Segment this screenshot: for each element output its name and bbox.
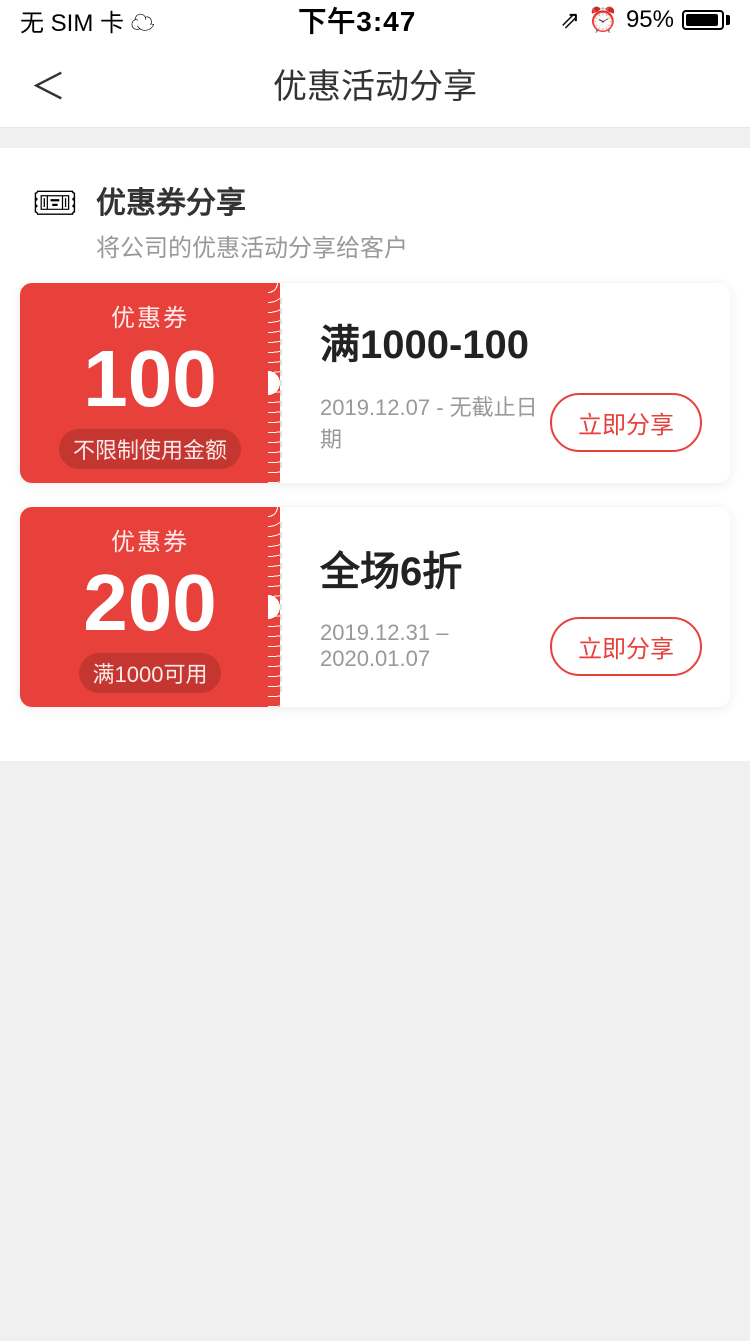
share-button-0[interactable]: 立即分享 bbox=[550, 393, 702, 452]
coupon-label-0: 优惠券 bbox=[111, 298, 189, 333]
status-right: ⇗ ⏰ 95% bbox=[560, 6, 730, 35]
status-left: 无 SIM 卡 ☁ bbox=[20, 3, 155, 38]
sim-label: 无 SIM 卡 ☁ bbox=[20, 3, 155, 38]
coupon-divider-1 bbox=[280, 522, 282, 692]
battery-icon bbox=[682, 10, 730, 30]
page-title: 优惠活动分享 bbox=[273, 59, 477, 108]
back-button[interactable]: ＜ bbox=[30, 58, 66, 110]
coupon-divider-0 bbox=[280, 298, 282, 468]
coupon-date-1: 2019.12.31 – 2020.01.07 bbox=[320, 620, 550, 672]
coupon-bottom-row-0: 2019.12.07 - 无截止日期 立即分享 bbox=[320, 390, 702, 454]
section-title: 优惠券分享 bbox=[96, 178, 408, 222]
coupon-name-1: 全场6折 bbox=[320, 539, 702, 597]
coupon-amount-1: 200 bbox=[83, 563, 216, 643]
coupon-card: 优惠券 100 不限制使用金额 满1000-100 2019.12.07 - 无… bbox=[20, 283, 730, 483]
coupon-name-0: 满1000-100 bbox=[320, 312, 702, 370]
coupon-list: 优惠券 100 不限制使用金额 满1000-100 2019.12.07 - 无… bbox=[0, 283, 750, 761]
nav-bar: ＜ 优惠活动分享 bbox=[0, 40, 750, 128]
share-button-1[interactable]: 立即分享 bbox=[550, 617, 702, 676]
coupon-right-1: 全场6折 2019.12.31 – 2020.01.07 立即分享 bbox=[280, 507, 730, 707]
coupon-left-1: 优惠券 200 满1000可用 bbox=[20, 507, 280, 707]
bottom-space bbox=[0, 761, 750, 1341]
alarm-icon: ⏰ bbox=[588, 6, 618, 35]
coupon-bottom-row-1: 2019.12.31 – 2020.01.07 立即分享 bbox=[320, 617, 702, 676]
battery-percent: 95% bbox=[626, 6, 674, 34]
status-time: 下午3:47 bbox=[298, 0, 416, 40]
coupon-date-0: 2019.12.07 - 无截止日期 bbox=[320, 390, 550, 454]
coupon-label-1: 优惠券 bbox=[111, 522, 189, 557]
coupon-condition-0: 不限制使用金额 bbox=[59, 429, 241, 469]
section-header: 🎟 优惠券分享 将公司的优惠活动分享给客户 bbox=[0, 148, 750, 283]
section-gap-top bbox=[0, 128, 750, 148]
coupon-card: 优惠券 200 满1000可用 全场6折 2019.12.31 – 2020.0… bbox=[20, 507, 730, 707]
status-bar: 无 SIM 卡 ☁ 下午3:47 ⇗ ⏰ 95% bbox=[0, 0, 750, 40]
section-subtitle: 将公司的优惠活动分享给客户 bbox=[96, 228, 408, 263]
section-text-group: 优惠券分享 将公司的优惠活动分享给客户 bbox=[96, 178, 408, 263]
coupon-left-0: 优惠券 100 不限制使用金额 bbox=[20, 283, 280, 483]
coupon-icon: 🎟 bbox=[30, 178, 80, 228]
location-icon: ⇗ bbox=[560, 6, 580, 35]
coupon-amount-0: 100 bbox=[83, 339, 216, 419]
coupon-right-0: 满1000-100 2019.12.07 - 无截止日期 立即分享 bbox=[280, 283, 730, 483]
coupon-condition-1: 满1000可用 bbox=[79, 653, 222, 693]
